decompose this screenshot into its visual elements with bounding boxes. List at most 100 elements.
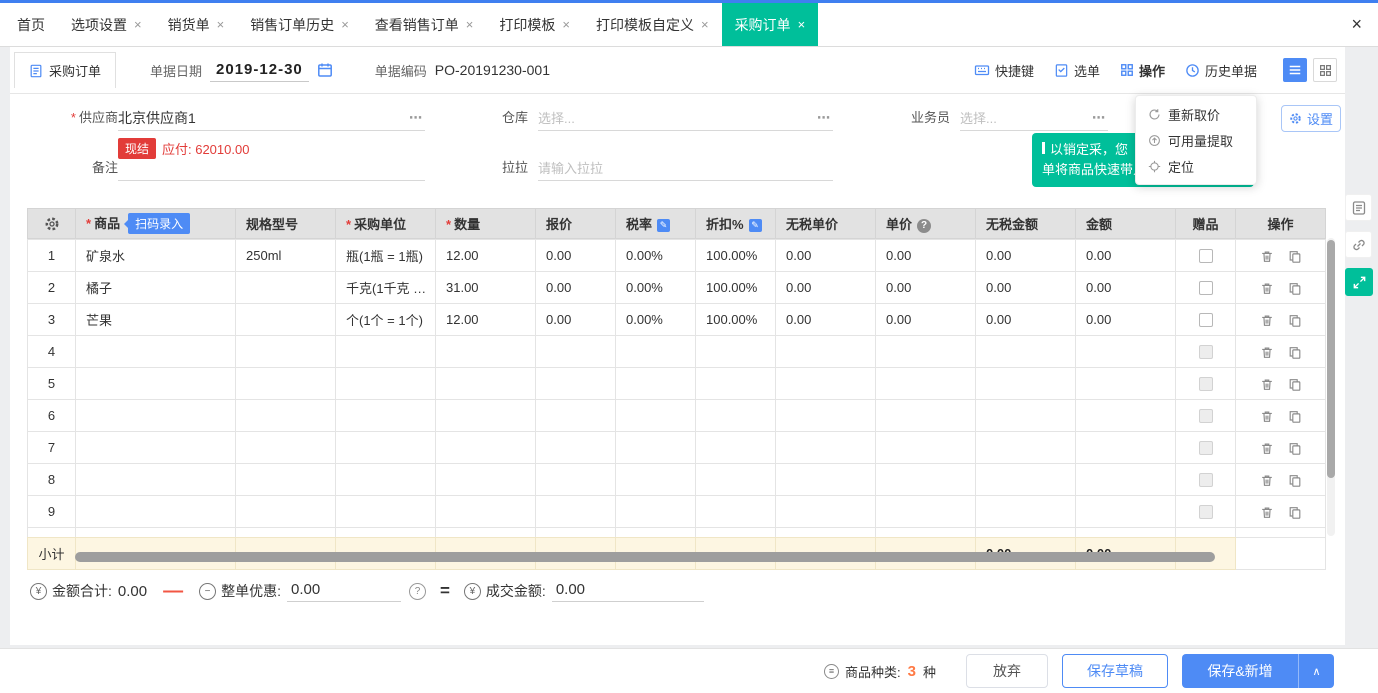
tab-close-icon[interactable]: × [341,17,349,32]
cell-price[interactable] [875,399,976,432]
cell-tax[interactable]: 0.00% [615,303,696,336]
delete-row-icon[interactable] [1260,505,1274,520]
column-settings-icon[interactable] [29,216,75,232]
copy-row-icon[interactable] [1288,249,1302,264]
cell-tax[interactable] [615,399,696,432]
warehouse-select[interactable]: 选择... ⋯ [538,105,833,131]
cell-qty[interactable] [435,399,536,432]
menu-item-reprice[interactable]: 重新取价 [1136,101,1256,127]
cell-price[interactable]: 0.00 [875,303,976,336]
cell-discount[interactable]: 100.00% [695,271,776,304]
horizontal-scrollbar-thumb[interactable] [75,552,1215,562]
cell-discount[interactable]: 100.00% [695,303,776,336]
cell-quote[interactable]: 0.00 [535,239,616,272]
tab-5[interactable]: 打印模板 × [486,3,583,46]
tab-4[interactable]: 查看销售订单 × [362,3,487,46]
cell-price[interactable] [875,463,976,496]
cell-amount[interactable] [1075,335,1176,368]
cell-quote[interactable] [535,399,616,432]
cell-unit[interactable] [335,431,436,464]
tab-6[interactable]: 打印模板自定义 × [583,3,722,46]
cell-spec[interactable] [235,271,336,304]
save-options-caret-icon[interactable]: ∧ [1298,654,1334,688]
gift-checkbox[interactable] [1198,377,1213,392]
calendar-icon[interactable] [317,62,333,78]
cell-discount[interactable]: 100.00% [695,239,776,272]
menu-item-available-qty[interactable]: 可用量提取 [1136,127,1256,153]
cell-product[interactable] [75,367,236,400]
gift-checkbox[interactable] [1198,313,1213,328]
tab-0[interactable]: 首页 [4,3,58,46]
cell-notax-amount[interactable] [975,527,1076,537]
cell-tax[interactable] [615,463,696,496]
cell-price[interactable] [875,367,976,400]
cell-notax-amount[interactable] [975,495,1076,528]
cell-unit[interactable] [335,527,436,537]
cell-discount[interactable] [695,431,776,464]
order-discount-input[interactable]: 0.00 [286,581,401,602]
cell-price[interactable] [875,495,976,528]
cell-qty[interactable] [435,367,536,400]
warehouse-more-button[interactable]: ⋯ [817,110,833,126]
cell-unit[interactable]: 个(1个 = 1个) [335,303,436,336]
cell-discount[interactable] [695,399,776,432]
lala-input[interactable]: 请输入拉拉 [538,155,833,181]
cell-qty[interactable]: 12.00 [435,303,536,336]
gift-checkbox[interactable] [1198,473,1213,488]
cell-notax-amount[interactable] [975,335,1076,368]
cell-amount[interactable]: 0.00 [1075,271,1176,304]
cell-notax-amount[interactable] [975,399,1076,432]
gift-checkbox[interactable] [1198,281,1213,296]
cell-product[interactable] [75,431,236,464]
tab-close-icon[interactable]: × [798,17,806,32]
copy-row-icon[interactable] [1288,409,1302,424]
salesman-select[interactable]: 选择... ⋯ [960,105,1108,131]
cell-qty[interactable] [435,431,536,464]
shortcuts-button[interactable]: 快捷键 [974,61,1034,80]
delete-row-icon[interactable] [1260,377,1274,392]
pick-order-button[interactable]: 选单 [1054,61,1100,80]
delete-row-icon[interactable] [1260,441,1274,456]
cell-discount[interactable] [695,495,776,528]
grid-view-button[interactable] [1313,58,1337,82]
cell-product[interactable] [75,527,236,537]
cell-amount[interactable] [1075,431,1176,464]
copy-row-icon[interactable] [1288,441,1302,456]
cell-unit[interactable] [335,367,436,400]
cell-quote[interactable] [535,463,616,496]
cell-notax-price[interactable]: 0.00 [775,239,876,272]
cell-spec[interactable] [235,399,336,432]
cell-quote[interactable]: 0.00 [535,271,616,304]
copy-row-icon[interactable] [1288,281,1302,296]
cell-notax-price[interactable] [775,527,876,537]
cell-amount[interactable] [1075,399,1176,432]
cell-product[interactable] [75,335,236,368]
tab-3[interactable]: 销售订单历史 × [237,3,362,46]
cell-notax-amount[interactable] [975,367,1076,400]
edit-tax-icon[interactable]: ✎ [657,219,671,232]
cell-tax[interactable] [615,495,696,528]
copy-row-icon[interactable] [1288,345,1302,360]
cell-amount[interactable]: 0.00 [1075,239,1176,272]
cell-quote[interactable]: 0.00 [535,303,616,336]
cell-amount[interactable] [1075,495,1176,528]
cell-tax[interactable] [615,431,696,464]
cell-notax-price[interactable] [775,431,876,464]
history-button[interactable]: 历史单据 [1185,61,1257,80]
cell-qty[interactable]: 12.00 [435,239,536,272]
tab-close-icon[interactable]: × [562,17,570,32]
cell-product[interactable] [75,463,236,496]
cell-notax-price[interactable] [775,495,876,528]
cell-qty[interactable] [435,495,536,528]
tab-close-icon[interactable]: × [217,17,225,32]
cell-unit[interactable] [335,463,436,496]
delete-row-icon[interactable] [1260,281,1274,296]
date-input[interactable]: 2019-12-30 [210,59,309,82]
cell-tax[interactable] [615,335,696,368]
cell-unit[interactable] [335,495,436,528]
cell-discount[interactable] [695,367,776,400]
cell-tax[interactable]: 0.00% [615,239,696,272]
edit-discount-icon[interactable]: ✎ [748,219,762,232]
vertical-scrollbar-thumb[interactable] [1327,240,1335,478]
gift-checkbox[interactable] [1198,441,1213,456]
